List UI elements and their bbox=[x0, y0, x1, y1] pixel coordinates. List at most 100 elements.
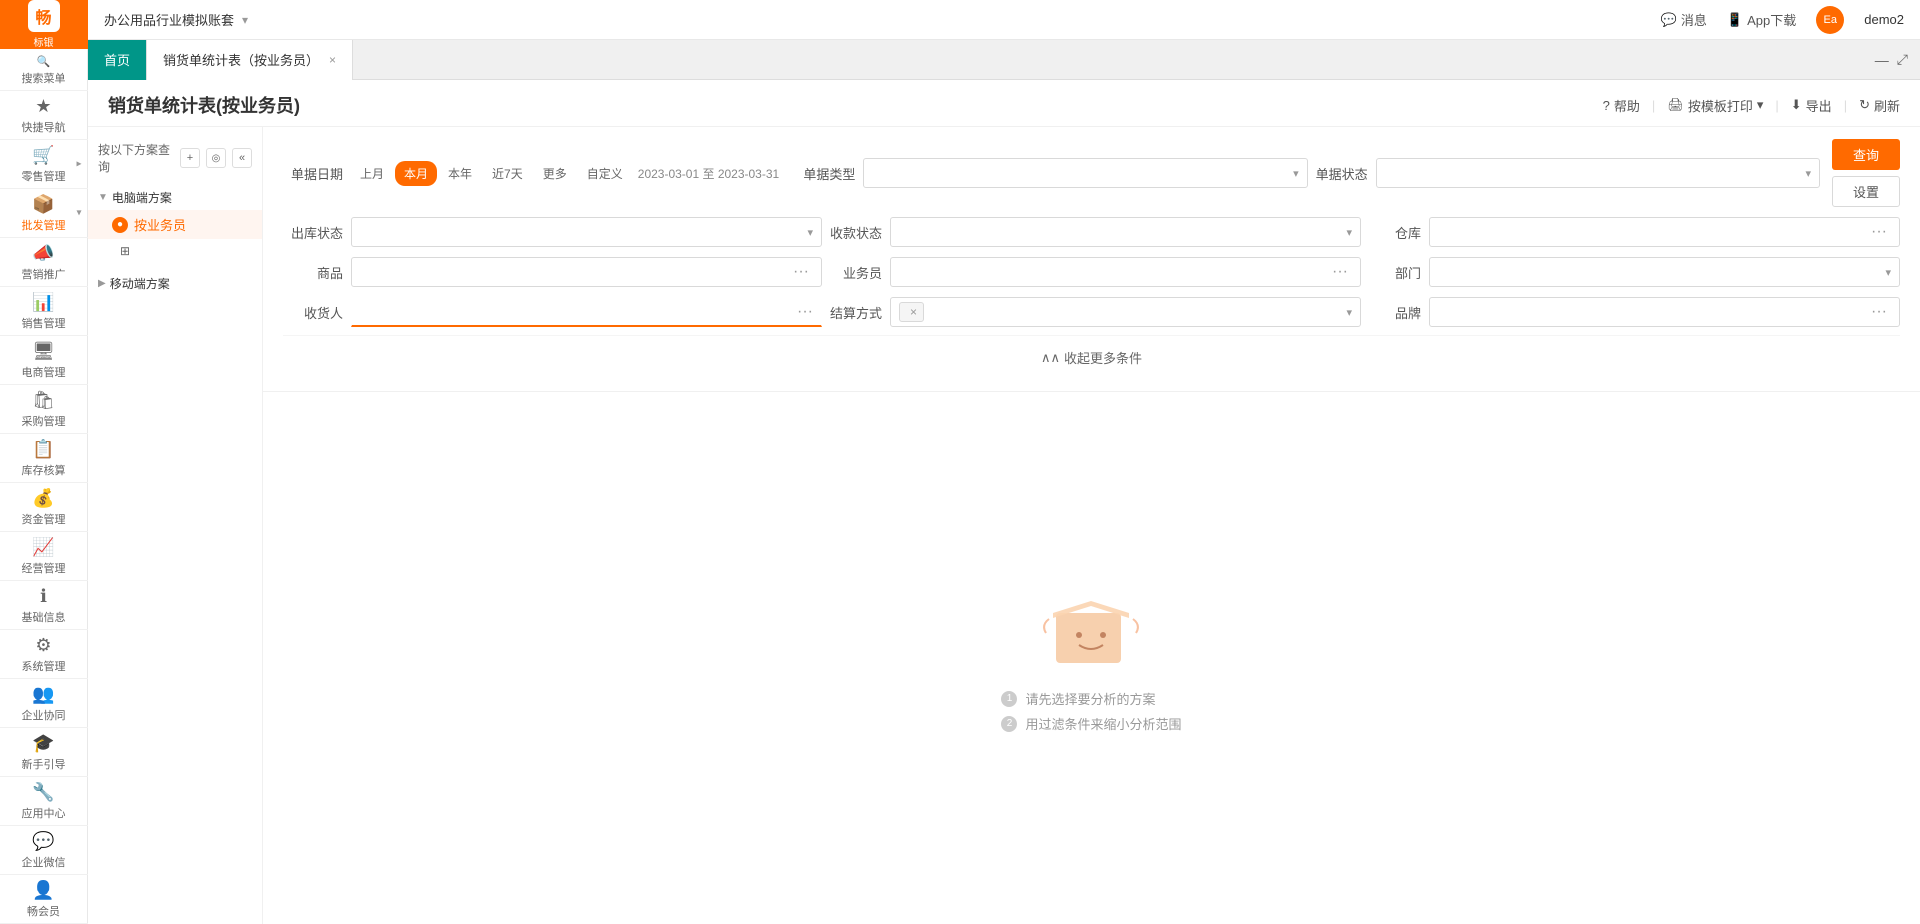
tab-sales-stats[interactable]: 销货单统计表（按业务员） × bbox=[147, 40, 353, 80]
sidebar-item-wechat[interactable]: 💬 企业微信 bbox=[0, 826, 88, 875]
sidebar-item-purchase[interactable]: 🛍 采购管理 bbox=[0, 385, 88, 434]
filter-row-1: 单据日期 上月 本月 本年 近7天 更多 自定义 2023-03-01 至 20… bbox=[283, 139, 1900, 207]
template-print-button[interactable]: 🖨 按模板打印 ▾ bbox=[1667, 96, 1763, 115]
salesman-dots[interactable]: ··· bbox=[1328, 263, 1352, 281]
date-tab-this-year[interactable]: 本年 bbox=[439, 161, 481, 186]
collapse-panel-button[interactable]: « bbox=[232, 148, 252, 168]
basic-info-icon: ℹ bbox=[40, 586, 47, 607]
filter-area: 单据日期 上月 本月 本年 近7天 更多 自定义 2023-03-01 至 20… bbox=[263, 127, 1920, 392]
search-menu-item[interactable]: 🔍 搜索菜单 bbox=[0, 49, 88, 91]
tab-expand-icon[interactable]: ⤢ bbox=[1897, 51, 1908, 68]
subtitle-dropdown-arrow[interactable]: ▾ bbox=[242, 13, 248, 27]
divider-3: | bbox=[1844, 98, 1847, 113]
sidebar-item-retail[interactable]: 🛒 零售管理 ▸ bbox=[0, 140, 88, 189]
filter-salesman-field: 业务员 ··· bbox=[822, 257, 1361, 287]
dept-select[interactable]: ▾ bbox=[1429, 257, 1900, 287]
warehouse-dots[interactable]: ··· bbox=[1867, 223, 1891, 241]
tab-home[interactable]: 首页 bbox=[88, 40, 147, 80]
tab-minimize-icon[interactable]: — bbox=[1875, 52, 1889, 68]
divider-2: | bbox=[1775, 98, 1778, 113]
salesman-input[interactable]: ··· bbox=[890, 257, 1361, 287]
filter-row-2: 出库状态 ▾ 收款状态 ▾ bbox=[283, 217, 1900, 247]
settle-method-input[interactable]: × ▾ bbox=[890, 297, 1361, 327]
filter-brand-field: 品牌 ··· bbox=[1361, 297, 1900, 327]
scheme-group-mobile-title[interactable]: ▶ 移动端方案 bbox=[88, 271, 262, 296]
date-tab-7days[interactable]: 近7天 bbox=[483, 161, 532, 186]
sidebar-item-quicknav[interactable]: ★ 快捷导航 bbox=[0, 91, 88, 140]
marketing-icon: 📣 bbox=[32, 243, 54, 264]
out-status-select[interactable]: ▾ bbox=[351, 217, 822, 247]
goods-input[interactable]: ··· bbox=[351, 257, 822, 287]
brand-input[interactable]: ··· bbox=[1429, 297, 1900, 327]
user-avatar[interactable]: Ea bbox=[1816, 6, 1844, 34]
refresh-icon: ↻ bbox=[1859, 97, 1870, 113]
empty-state: 1 请先选择要分析的方案 2 用过滤条件来缩小分析范围 bbox=[1001, 583, 1181, 733]
sidebar-item-system[interactable]: ⚙ 系统管理 bbox=[0, 630, 88, 679]
scheme-by-salesman[interactable]: ● 按业务员 bbox=[88, 210, 262, 239]
sidebar-item-enterprise[interactable]: 👥 企业协同 bbox=[0, 679, 88, 728]
divider-1: | bbox=[1652, 98, 1655, 113]
sidebar-item-wholesale[interactable]: 📦 批发管理 ▾ bbox=[0, 189, 88, 238]
refresh-button[interactable]: ↻ 刷新 bbox=[1859, 96, 1900, 115]
collapse-button[interactable]: ∧∧ 收起更多条件 bbox=[1041, 342, 1142, 373]
print-icon: 🖨 bbox=[1667, 97, 1684, 113]
app-subtitle: 办公用品行业模拟账套 bbox=[104, 10, 234, 29]
date-tab-this-month[interactable]: 本月 bbox=[395, 161, 437, 186]
query-button[interactable]: 查询 bbox=[1832, 139, 1900, 170]
doc-type-label: 单据类型 bbox=[795, 164, 863, 183]
scheme-group-pc-title[interactable]: ▼ 电脑端方案 bbox=[88, 185, 262, 210]
set-button[interactable]: 设置 bbox=[1832, 176, 1900, 207]
receiver-dots[interactable]: ··· bbox=[793, 303, 817, 321]
warehouse-input[interactable]: ··· bbox=[1429, 217, 1900, 247]
filter-doc-type-field: 单据类型 ▾ bbox=[795, 158, 1307, 188]
sidebar-item-sales[interactable]: 📊 销售管理 bbox=[0, 287, 88, 336]
settle-method-arrow: ▾ bbox=[1346, 306, 1352, 319]
date-tab-custom[interactable]: 自定义 bbox=[578, 161, 632, 186]
empty-step-2: 2 用过滤条件来缩小分析范围 bbox=[1001, 714, 1181, 733]
sidebar-item-member[interactable]: 👤 畅会员 bbox=[0, 875, 88, 924]
message-button[interactable]: 💬 消息 bbox=[1661, 10, 1707, 29]
date-tab-last-month[interactable]: 上月 bbox=[351, 161, 393, 186]
page-header: 销货单统计表(按业务员) ? 帮助 | 🖨 按模板打印 ▾ | ⬇ bbox=[88, 80, 1920, 127]
sidebar-item-basic-info[interactable]: ℹ 基础信息 bbox=[0, 581, 88, 630]
date-tab-more[interactable]: 更多 bbox=[534, 161, 576, 186]
add-scheme-button[interactable]: + bbox=[180, 148, 200, 168]
brand-dots[interactable]: ··· bbox=[1867, 303, 1891, 321]
app-download-button[interactable]: 📱 App下载 bbox=[1727, 10, 1796, 29]
out-status-arrow: ▾ bbox=[807, 226, 813, 239]
scheme-by-order[interactable]: ⊞ bbox=[88, 239, 262, 263]
help-icon: ? bbox=[1603, 98, 1610, 113]
doc-status-select[interactable]: ▾ bbox=[1376, 158, 1820, 188]
sidebar-item-operations[interactable]: 📈 经营管理 bbox=[0, 532, 88, 581]
settle-tag: × bbox=[899, 302, 924, 322]
receiver-input[interactable]: ··· bbox=[351, 297, 822, 327]
sidebar-item-app-center[interactable]: 🔧 应用中心 bbox=[0, 777, 88, 826]
tab-close-icon[interactable]: × bbox=[329, 53, 336, 67]
sidebar-item-inventory[interactable]: 📋 库存核算 bbox=[0, 434, 88, 483]
doc-status-label: 单据状态 bbox=[1308, 164, 1376, 183]
chevron-down-icon: ▾ bbox=[76, 208, 81, 219]
date-range-text: 2023-03-01 至 2023-03-31 bbox=[638, 165, 779, 182]
goods-dots[interactable]: ··· bbox=[789, 263, 813, 281]
main-content: 办公用品行业模拟账套 ▾ 💬 消息 📱 App下载 Ea demo2 首页 销货… bbox=[88, 0, 1920, 924]
sidebar-item-ecommerce[interactable]: 🖥 电商管理 bbox=[0, 336, 88, 385]
filter-goods-field: 商品 ··· bbox=[283, 257, 822, 287]
sidebar-item-beginner[interactable]: 🎓 新手引导 bbox=[0, 728, 88, 777]
sidebar-item-finance[interactable]: 💰 资金管理 bbox=[0, 483, 88, 532]
user-name[interactable]: demo2 bbox=[1864, 12, 1904, 27]
settle-tag-close[interactable]: × bbox=[910, 305, 917, 319]
empty-step-1: 1 请先选择要分析的方案 bbox=[1001, 689, 1181, 708]
help-button[interactable]: ? 帮助 bbox=[1603, 96, 1640, 115]
app-logo[interactable]: 畅 标银 bbox=[0, 0, 88, 49]
home-tab-label: 首页 bbox=[104, 50, 130, 69]
filter-warehouse-field: 仓库 ··· bbox=[1361, 217, 1900, 247]
collapse-row: ∧∧ 收起更多条件 bbox=[283, 335, 1900, 379]
payment-status-select[interactable]: ▾ bbox=[890, 217, 1361, 247]
export-button[interactable]: ⬇ 导出 bbox=[1791, 96, 1832, 115]
brand-label: 品牌 bbox=[1361, 303, 1429, 322]
edit-scheme-button[interactable]: ◎ bbox=[206, 148, 226, 168]
scheme-group-pc: ▼ 电脑端方案 ● 按业务员 ⊞ bbox=[88, 181, 262, 267]
dept-label: 部门 bbox=[1361, 263, 1429, 282]
sidebar-item-marketing[interactable]: 📣 营销推广 bbox=[0, 238, 88, 287]
doc-type-select[interactable]: ▾ bbox=[863, 158, 1307, 188]
